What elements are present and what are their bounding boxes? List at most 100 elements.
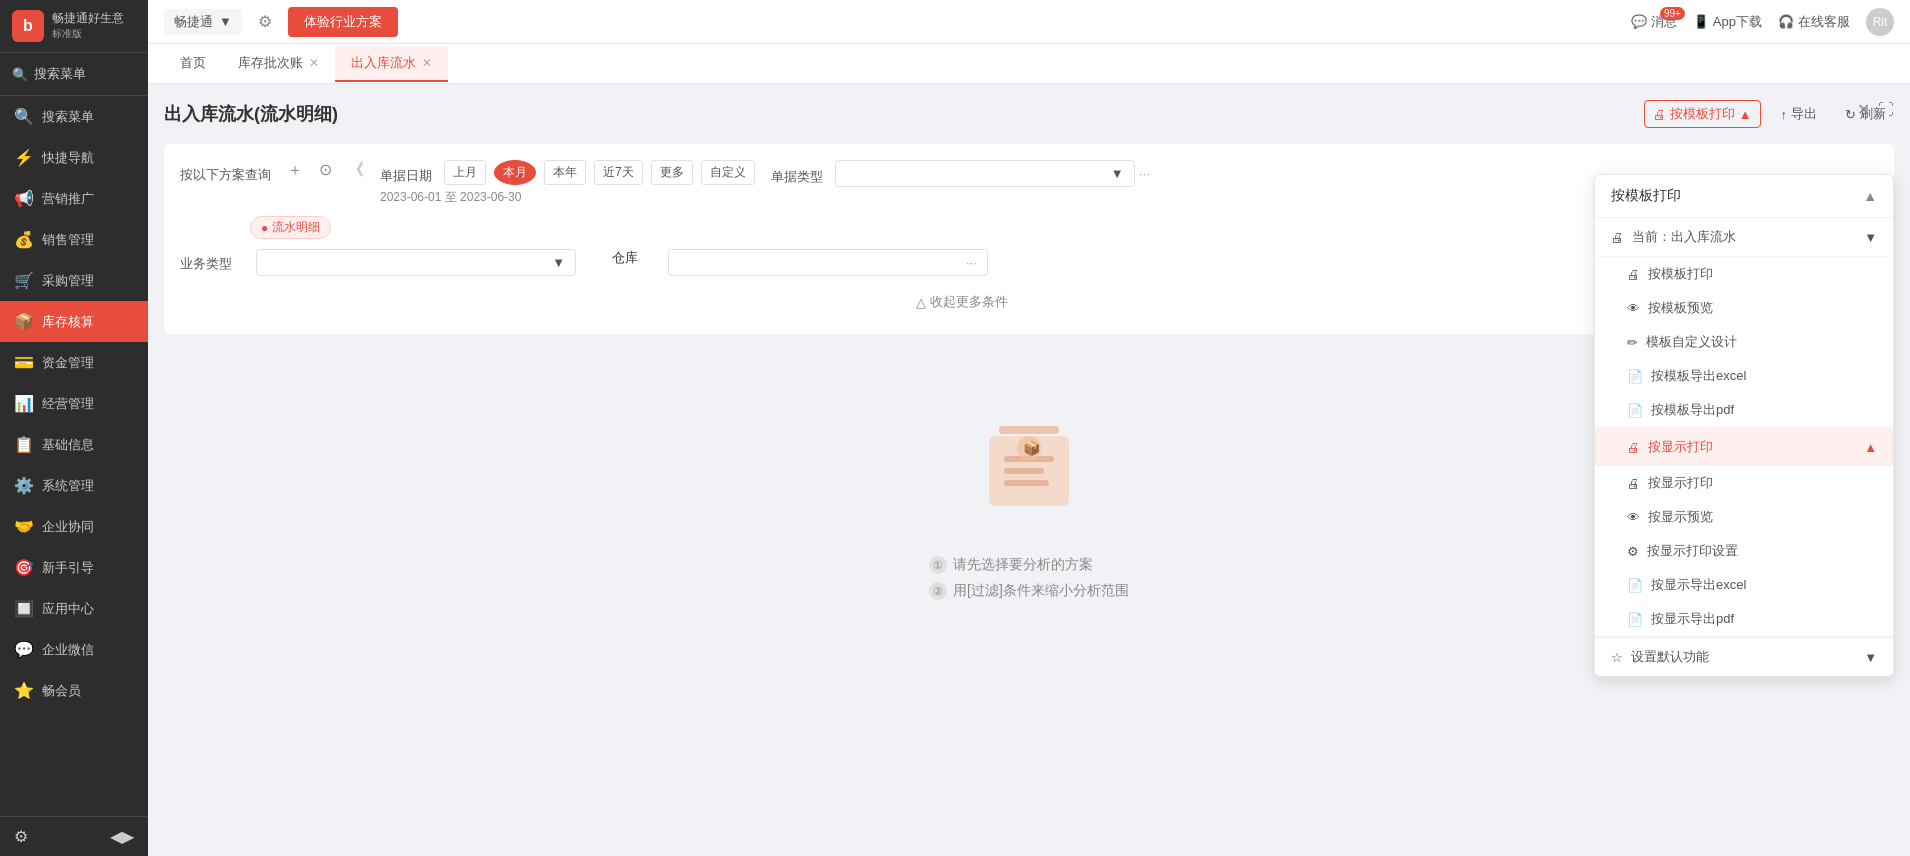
template-custom-item[interactable]: ✏ 模板自定义设计	[1595, 325, 1893, 359]
tab-flow[interactable]: 出入库流水✕	[335, 46, 448, 82]
display-print-section-icon: 🖨	[1627, 440, 1640, 455]
account-selector[interactable]: 畅捷通 ▼	[164, 9, 242, 35]
sidebar-item-guide[interactable]: 🎯 新手引导	[0, 547, 148, 588]
sidebar-item-sales[interactable]: 💰 销售管理	[0, 219, 148, 260]
display-print-icon: 🖨	[1627, 476, 1640, 491]
biz-type-select[interactable]: ▼	[256, 249, 576, 276]
sidebar-item-wechat[interactable]: 💬 企业微信	[0, 629, 148, 670]
current-label: 当前：出入库流水	[1632, 228, 1736, 246]
dropdown-collapse-btn[interactable]: ▲	[1863, 188, 1877, 204]
sidebar-icon-inventory: 📦	[14, 312, 34, 331]
topbar-settings-button[interactable]: ⚙	[254, 8, 276, 35]
export-button[interactable]: ↑ 导出	[1773, 101, 1826, 127]
topbar-right: 💬 消息 99+ 📱 App下载 🎧 在线客服 Rit	[1631, 8, 1894, 36]
filter-add-button[interactable]: ＋	[287, 160, 303, 181]
display-print-section-label: 按显示打印	[1648, 438, 1713, 456]
template-excel-item[interactable]: 📄 按模板导出excel	[1595, 359, 1893, 393]
tab-close-flow[interactable]: ✕	[422, 56, 432, 70]
close-panel-button[interactable]: ✕	[1857, 100, 1870, 119]
app-name: 畅捷通好生意	[52, 11, 124, 27]
tab-close-batch[interactable]: ✕	[309, 56, 319, 70]
user-avatar[interactable]: Rit	[1866, 8, 1894, 36]
svg-rect-4	[1004, 480, 1049, 486]
display-preview-item[interactable]: 👁 按显示预览	[1595, 500, 1893, 534]
template-preview-label: 按模板预览	[1648, 299, 1713, 317]
sidebar-label-finance: 资金管理	[42, 354, 94, 372]
template-custom-icon: ✏	[1627, 335, 1638, 350]
messages-button[interactable]: 💬 消息 99+	[1631, 13, 1677, 31]
sidebar-item-search[interactable]: 🔍 搜索菜单	[0, 96, 148, 137]
date-custom-btn[interactable]: 自定义	[701, 160, 755, 185]
print-template-label: 按模板打印	[1670, 105, 1735, 123]
sidebar-item-collab[interactable]: 🤝 企业协同	[0, 506, 148, 547]
warehouse-select[interactable]: ···	[668, 249, 988, 276]
logo-icon: b	[12, 10, 44, 42]
collapse-filter-button[interactable]: △ 收起更多条件	[916, 293, 1008, 311]
date-this-month-btn[interactable]: 本月	[494, 160, 536, 185]
online-service-button[interactable]: 🎧 在线客服	[1778, 13, 1850, 31]
date-this-year-btn[interactable]: 本年	[544, 160, 586, 185]
type-select[interactable]: ▼	[835, 160, 1135, 187]
tag-label: 流水明细	[272, 219, 320, 236]
warehouse-more-btn[interactable]: ···	[966, 255, 977, 270]
app-download-button[interactable]: 📱 App下载	[1693, 13, 1762, 31]
print-dropdown-panel: 按模板打印 ▲ 🖨 当前：出入库流水 ▼ 🖨	[1594, 174, 1894, 677]
maximize-panel-button[interactable]: ⛶	[1878, 100, 1894, 119]
display-pdf-item[interactable]: 📄 按显示导出pdf	[1595, 602, 1893, 636]
date-last-month-btn[interactable]: 上月	[444, 160, 486, 185]
sidebar-item-apps[interactable]: 🔲 应用中心	[0, 588, 148, 629]
app-download-icon: 📱	[1693, 14, 1709, 29]
sidebar-item-finance[interactable]: 💳 资金管理	[0, 342, 148, 383]
sidebar-label-apps: 应用中心	[42, 600, 94, 618]
search-menu-button[interactable]: 🔍 搜索菜单	[10, 61, 88, 87]
date-7days-btn[interactable]: 近7天	[594, 160, 643, 185]
sidebar-item-purchase[interactable]: 🛒 采购管理	[0, 260, 148, 301]
sidebar-icon-collab: 🤝	[14, 517, 34, 536]
date-range-display: 2023-06-01 至 2023-06-30	[380, 189, 755, 206]
sidebar-label-collab: 企业协同	[42, 518, 94, 536]
sidebar-icon-finance: 💳	[14, 353, 34, 372]
template-pdf-item[interactable]: 📄 按模板导出pdf	[1595, 393, 1893, 427]
online-service-label: 在线客服	[1798, 13, 1850, 31]
print-template-button[interactable]: 🖨 按模板打印 ▲	[1644, 100, 1761, 128]
display-print-header[interactable]: 🖨 按显示打印 ▲	[1595, 428, 1893, 466]
sidebar-item-system[interactable]: ⚙️ 系统管理	[0, 465, 148, 506]
template-custom-label: 模板自定义设计	[1646, 333, 1737, 351]
filter-collapse-left-button[interactable]: 《	[348, 160, 364, 181]
settings-bottom-button[interactable]: ⚙	[14, 827, 28, 846]
sidebar-item-operations[interactable]: 📊 经营管理	[0, 383, 148, 424]
template-preview-icon: 👁	[1627, 301, 1640, 316]
date-more-btn[interactable]: 更多	[651, 160, 693, 185]
sidebar-item-quicknav[interactable]: ⚡ 快捷导航	[0, 137, 148, 178]
template-print-item-icon: 🖨	[1627, 267, 1640, 282]
template-preview-item[interactable]: 👁 按模板预览	[1595, 291, 1893, 325]
trial-button[interactable]: 体验行业方案	[288, 7, 398, 37]
sidebar-item-inventory[interactable]: 📦 库存核算	[0, 301, 148, 342]
export-label: 导出	[1791, 105, 1817, 123]
collapse-sidebar-button[interactable]: ◀▶	[110, 827, 134, 846]
type-label: 单据类型	[771, 162, 831, 186]
set-default-chevron-icon: ▼	[1864, 650, 1877, 665]
filter-tag-item[interactable]: ● 流水明细	[250, 216, 331, 239]
display-settings-item[interactable]: ⚙ 按显示打印设置	[1595, 534, 1893, 568]
filter-settings-button[interactable]: ⊙	[319, 160, 332, 179]
sidebar-item-basic[interactable]: 📋 基础信息	[0, 424, 148, 465]
template-pdf-icon: 📄	[1627, 403, 1643, 418]
dropdown-current-header[interactable]: 🖨 当前：出入库流水 ▼	[1595, 218, 1893, 256]
sidebar-item-marketing[interactable]: 📢 营销推广	[0, 178, 148, 219]
sidebar-item-member[interactable]: ⭐ 畅会员	[0, 670, 148, 711]
tab-batch[interactable]: 库存批次账✕	[222, 46, 335, 82]
biz-type-dropdown-icon: ▼	[552, 255, 565, 270]
set-default-icon: ☆	[1611, 650, 1623, 665]
account-name: 畅捷通	[174, 13, 213, 31]
template-print-item[interactable]: 🖨 按模板打印	[1595, 257, 1893, 291]
empty-steps-list: ① 请先选择要分析的方案 ② 用[过滤]条件来缩小分析范围	[929, 556, 1129, 608]
tab-home[interactable]: 首页	[164, 46, 222, 82]
display-excel-label: 按显示导出excel	[1651, 576, 1746, 594]
headset-icon: 🎧	[1778, 14, 1794, 29]
svg-rect-1	[999, 426, 1059, 434]
display-print-item[interactable]: 🖨 按显示打印	[1595, 466, 1893, 500]
type-more-btn[interactable]: ···	[1139, 166, 1150, 181]
set-default-item[interactable]: ☆ 设置默认功能 ▼	[1595, 637, 1893, 676]
display-excel-item[interactable]: 📄 按显示导出excel	[1595, 568, 1893, 602]
